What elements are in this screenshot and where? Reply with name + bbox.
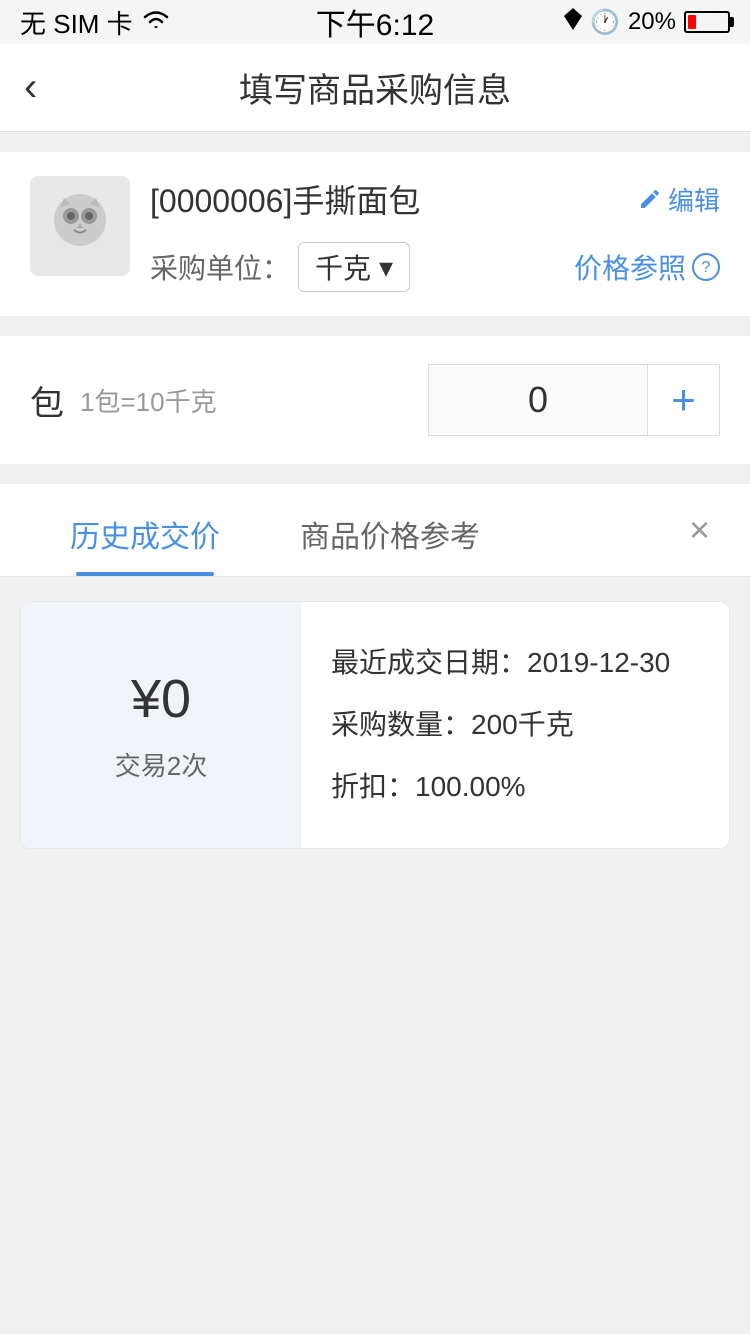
price-card: ¥0 交易2次 最近成交日期：2019-12-30 采购数量：200千克 折扣：… (20, 601, 730, 849)
quantity-value: 0 (528, 379, 548, 421)
carrier-text: 无 SIM 卡 (20, 4, 133, 41)
currency-symbol: ¥ (131, 669, 161, 729)
tab-history-price[interactable]: 历史成交价 (30, 484, 260, 576)
wifi-icon (141, 7, 171, 38)
quantity-plus-button[interactable]: + (648, 364, 720, 436)
unit-label: 采购单位： (150, 247, 290, 287)
tab-price-reference[interactable]: 商品价格参考 (260, 484, 520, 576)
product-thumbnail (30, 176, 130, 276)
section-divider-1 (0, 316, 750, 336)
edit-icon (638, 187, 662, 211)
discount-row: 折扣：100.00% (331, 766, 699, 808)
alarm-icon: 🕐 (590, 8, 620, 37)
price-reference-button[interactable]: 价格参照 ? (574, 247, 720, 287)
product-image-icon (50, 190, 110, 262)
product-details: [0000006]手撕面包 编辑 采购单位： 千克 ▾ 价格参照 ? (150, 176, 720, 292)
back-button[interactable]: ‹ (24, 65, 37, 110)
recent-date-row: 最近成交日期：2019-12-30 (331, 642, 699, 684)
price-card-left: ¥0 交易2次 (21, 602, 301, 848)
tab-history-price-label: 历史成交价 (70, 521, 220, 554)
purchase-qty-value: 200千克 (471, 709, 574, 740)
status-right: 🕐 20% (564, 8, 730, 37)
price-value: 0 (161, 669, 191, 729)
tabs-container: 历史成交价 商品价格参考 × (0, 484, 750, 577)
status-left: 无 SIM 卡 (20, 4, 171, 41)
product-unit-row: 采购单位： 千克 ▾ 价格参照 ? (150, 242, 720, 292)
battery-fill (688, 15, 696, 29)
nav-bar: ‹ 填写商品采购信息 (0, 44, 750, 132)
main-content: 历史成交价 商品价格参考 × ¥0 交易2次 最近成交日期：2019-12-30… (0, 484, 750, 1084)
discount-value: 100.00% (415, 771, 526, 802)
battery-icon (684, 11, 730, 33)
close-button[interactable]: × (679, 499, 720, 561)
recent-date-label: 最近成交日期： (331, 647, 527, 678)
unit-badge: 包 (30, 376, 64, 425)
unit-conversion: 1包=10千克 (80, 382, 217, 419)
quantity-row: 包 1包=10千克 0 + (0, 336, 750, 464)
tabs-row: 历史成交价 商品价格参考 × (0, 484, 750, 576)
quantity-label: 包 1包=10千克 (30, 376, 217, 425)
unit-value: 千克 (315, 247, 371, 287)
status-time: 下午6:12 (316, 0, 434, 44)
tab-list: 历史成交价 商品价格参考 (30, 484, 679, 576)
discount-label: 折扣： (331, 771, 415, 802)
edit-label: 编辑 (668, 181, 720, 218)
price-ref-label: 价格参照 (574, 247, 686, 287)
location-icon (564, 8, 582, 37)
edit-button[interactable]: 编辑 (638, 181, 720, 218)
product-full-name: [0000006]手撕面包 (150, 176, 420, 222)
price-amount: ¥0 (131, 668, 191, 730)
recent-date-value: 2019-12-30 (527, 647, 670, 678)
tab-price-reference-label: 商品价格参考 (300, 521, 480, 554)
quantity-input[interactable]: 0 (428, 364, 648, 436)
trade-count: 交易2次 (115, 746, 207, 783)
purchase-qty-row: 采购数量：200千克 (331, 704, 699, 746)
unit-selector-group: 采购单位： 千克 ▾ (150, 242, 410, 292)
dropdown-arrow-icon: ▾ (379, 251, 393, 284)
battery-percent: 20% (628, 8, 676, 36)
page-title: 填写商品采购信息 (239, 63, 511, 112)
product-header: [0000006]手撕面包 编辑 (150, 176, 720, 222)
product-card: [0000006]手撕面包 编辑 采购单位： 千克 ▾ 价格参照 ? (0, 152, 750, 316)
purchase-qty-label: 采购数量： (331, 709, 471, 740)
svg-text:?: ? (702, 259, 711, 276)
price-card-right: 最近成交日期：2019-12-30 采购数量：200千克 折扣：100.00% (301, 602, 729, 848)
unit-select[interactable]: 千克 ▾ (298, 242, 410, 292)
quantity-control: 0 + (428, 364, 720, 436)
question-icon: ? (692, 253, 720, 281)
status-bar: 无 SIM 卡 下午6:12 🕐 20% (0, 0, 750, 44)
